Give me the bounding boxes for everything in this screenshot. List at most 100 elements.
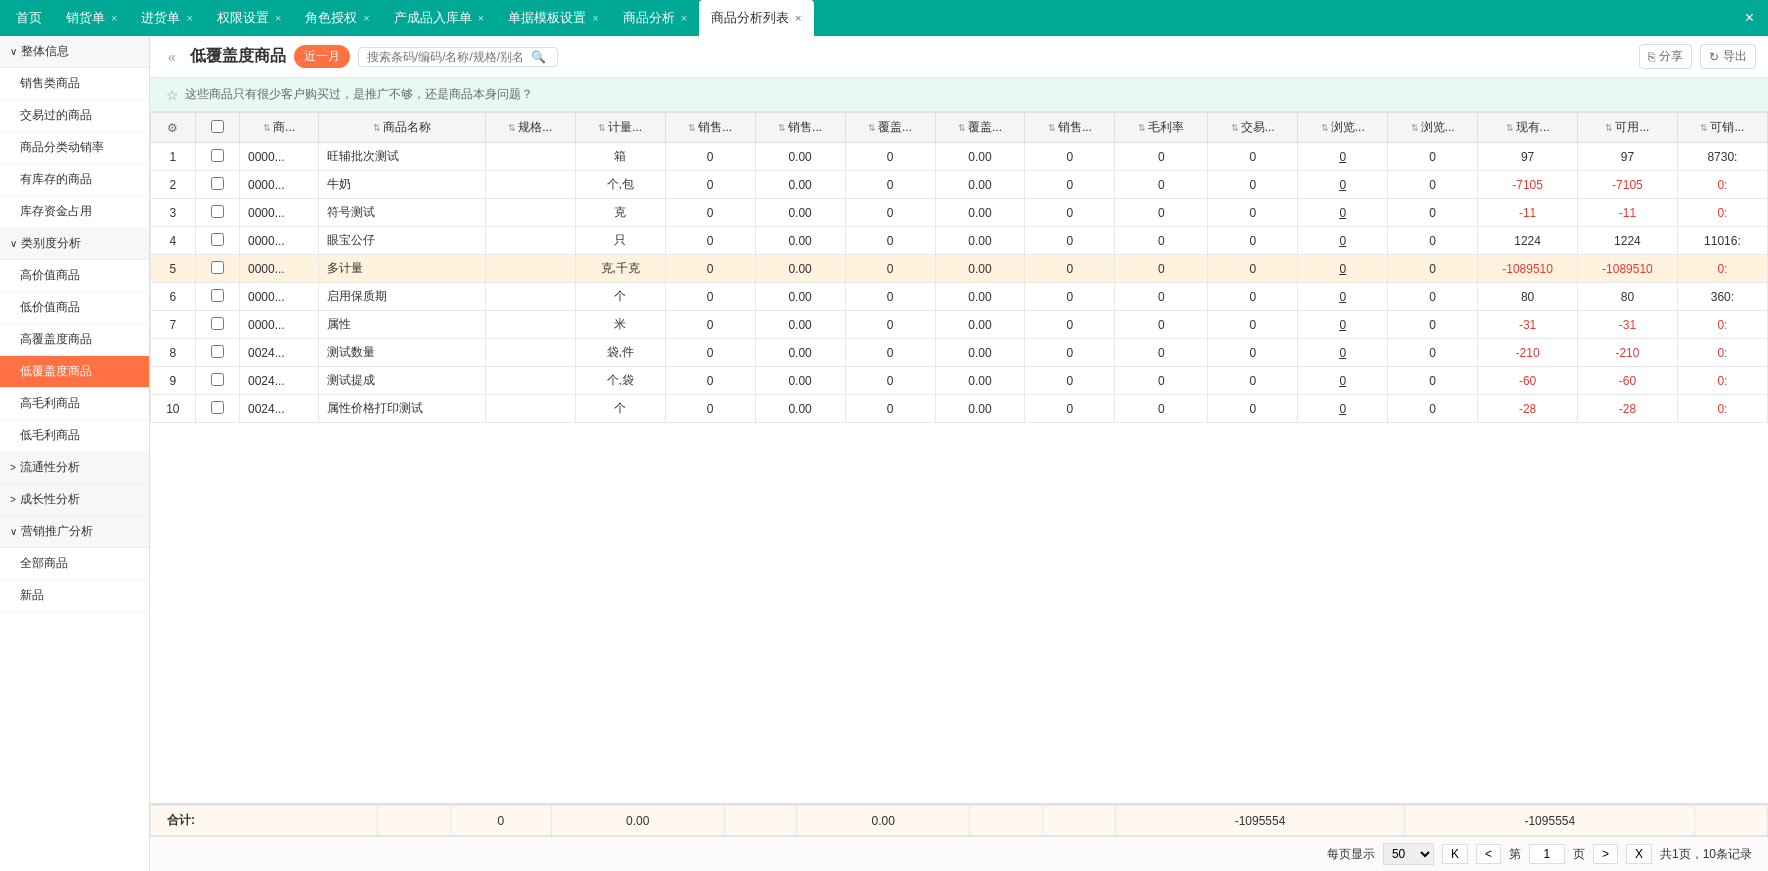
nav-close-icon[interactable]: ×: [478, 0, 484, 36]
cell-browse1[interactable]: 0: [1298, 311, 1388, 339]
row-checkbox[interactable]: [211, 149, 224, 162]
sidebar-item-低价值商品[interactable]: 低价值商品: [0, 292, 149, 324]
sidebar-section-成长性分析[interactable]: >成长性分析: [0, 484, 149, 516]
cell-browse1[interactable]: 0: [1298, 227, 1388, 255]
browse-link[interactable]: 0: [1339, 150, 1346, 164]
nav-item-销货单[interactable]: 销货单 ×: [54, 0, 129, 36]
cell-browse1[interactable]: 0: [1298, 339, 1388, 367]
cell-checkbox[interactable]: [195, 395, 239, 423]
browse-link[interactable]: 0: [1339, 318, 1346, 332]
row-checkbox[interactable]: [211, 261, 224, 274]
search-input[interactable]: [367, 50, 527, 64]
select-all-checkbox[interactable]: [211, 120, 224, 133]
sidebar-toggle-button[interactable]: «: [162, 47, 182, 67]
browse-link[interactable]: 0: [1339, 234, 1346, 248]
browse-link[interactable]: 0: [1339, 290, 1346, 304]
sidebar-item-交易过的商品[interactable]: 交易过的商品: [0, 100, 149, 132]
sidebar-item-低覆盖度商品[interactable]: 低覆盖度商品: [0, 356, 149, 388]
th-browse1[interactable]: ⇅浏览...: [1298, 113, 1388, 143]
row-checkbox[interactable]: [211, 289, 224, 302]
nav-close-icon[interactable]: ×: [111, 0, 117, 36]
row-checkbox[interactable]: [211, 401, 224, 414]
nav-close-icon[interactable]: ×: [795, 0, 801, 36]
browse-link[interactable]: 0: [1339, 402, 1346, 416]
nav-item-商品分析[interactable]: 商品分析 ×: [611, 0, 699, 36]
nav-close-icon[interactable]: ×: [681, 0, 687, 36]
nav-item-进货单[interactable]: 进货单 ×: [129, 0, 204, 36]
th-current[interactable]: ⇅现有...: [1478, 113, 1578, 143]
search-icon[interactable]: 🔍: [531, 50, 546, 64]
table-wrapper[interactable]: ⚙⇅商...⇅商品名称⇅规格...⇅计量...⇅销售...⇅销售...⇅覆盖..…: [150, 112, 1768, 803]
row-checkbox[interactable]: [211, 373, 224, 386]
browse-link[interactable]: 0: [1339, 374, 1346, 388]
th-usable[interactable]: ⇅可用...: [1578, 113, 1678, 143]
sidebar-section-营销推广分析[interactable]: ∨营销推广分析: [0, 516, 149, 548]
prev-page-button[interactable]: <: [1476, 844, 1501, 864]
cell-browse1[interactable]: 0: [1298, 143, 1388, 171]
browse-link[interactable]: 0: [1339, 206, 1346, 220]
sidebar-item-销售类商品[interactable]: 销售类商品: [0, 68, 149, 100]
cell-browse1[interactable]: 0: [1298, 283, 1388, 311]
sidebar-section-类别度分析[interactable]: ∨类别度分析: [0, 228, 149, 260]
sidebar-section-整体信息[interactable]: ∨整体信息: [0, 36, 149, 68]
sidebar-item-库存资金占用[interactable]: 库存资金占用: [0, 196, 149, 228]
nav-item-单据模板设置[interactable]: 单据模板设置 ×: [496, 0, 610, 36]
sidebar-item-高覆盖度商品[interactable]: 高覆盖度商品: [0, 324, 149, 356]
th-sales_amt[interactable]: ⇅销售...: [755, 113, 845, 143]
cell-browse1[interactable]: 0: [1298, 367, 1388, 395]
cell-checkbox[interactable]: [195, 283, 239, 311]
sidebar-item-新品[interactable]: 新品: [0, 580, 149, 612]
th-browse2[interactable]: ⇅浏览...: [1388, 113, 1478, 143]
cell-checkbox[interactable]: [195, 339, 239, 367]
date-filter-button[interactable]: 近一月: [294, 45, 350, 68]
th-saleable[interactable]: ⇅可销...: [1677, 113, 1767, 143]
nav-close-icon[interactable]: ×: [363, 0, 369, 36]
cell-checkbox[interactable]: [195, 171, 239, 199]
cell-checkbox[interactable]: [195, 227, 239, 255]
page-input[interactable]: [1529, 844, 1565, 864]
sidebar-item-商品分类动销率[interactable]: 商品分类动销率: [0, 132, 149, 164]
browse-link[interactable]: 0: [1339, 262, 1346, 276]
th-sales_qty[interactable]: ⇅销售...: [665, 113, 755, 143]
th-gross[interactable]: ⇅毛利率: [1115, 113, 1208, 143]
cell-browse1[interactable]: 0: [1298, 395, 1388, 423]
per-page-select[interactable]: 2050100200: [1383, 843, 1434, 865]
cell-checkbox[interactable]: [195, 255, 239, 283]
sidebar-item-低毛利商品[interactable]: 低毛利商品: [0, 420, 149, 452]
first-page-button[interactable]: K: [1442, 844, 1468, 864]
sidebar-item-高价值商品[interactable]: 高价值商品: [0, 260, 149, 292]
nav-item-首页[interactable]: 首页: [4, 0, 54, 36]
sidebar-section-流通性分析[interactable]: >流通性分析: [0, 452, 149, 484]
nav-item-产成品入库单[interactable]: 产成品入库单 ×: [382, 0, 496, 36]
th-unit[interactable]: ⇅计量...: [575, 113, 665, 143]
nav-item-商品分析列表[interactable]: 商品分析列表 ×: [699, 0, 813, 36]
nav-item-权限设置[interactable]: 权限设置 ×: [205, 0, 293, 36]
th-name[interactable]: ⇅商品名称: [319, 113, 486, 143]
sidebar-item-高毛利商品[interactable]: 高毛利商品: [0, 388, 149, 420]
row-checkbox[interactable]: [211, 317, 224, 330]
cell-checkbox[interactable]: [195, 311, 239, 339]
cell-checkbox[interactable]: [195, 367, 239, 395]
row-checkbox[interactable]: [211, 205, 224, 218]
cell-browse1[interactable]: 0: [1298, 199, 1388, 227]
cell-checkbox[interactable]: [195, 143, 239, 171]
nav-close-icon[interactable]: ×: [186, 0, 192, 36]
th-code[interactable]: ⇅商...: [239, 113, 318, 143]
row-checkbox[interactable]: [211, 177, 224, 190]
row-checkbox[interactable]: [211, 233, 224, 246]
nav-close-icon[interactable]: ×: [592, 0, 598, 36]
gear-icon[interactable]: ⚙: [167, 121, 178, 135]
export-button[interactable]: ↻ 导出: [1700, 44, 1756, 69]
cell-browse1[interactable]: 0: [1298, 255, 1388, 283]
cell-checkbox[interactable]: [195, 199, 239, 227]
th-sales3[interactable]: ⇅销售...: [1025, 113, 1115, 143]
browse-link[interactable]: 0: [1339, 346, 1346, 360]
sidebar-item-全部商品[interactable]: 全部商品: [0, 548, 149, 580]
th-cover2[interactable]: ⇅覆盖...: [935, 113, 1025, 143]
row-checkbox[interactable]: [211, 345, 224, 358]
th-spec[interactable]: ⇅规格...: [485, 113, 575, 143]
last-page-button[interactable]: X: [1626, 844, 1652, 864]
cell-browse1[interactable]: 0: [1298, 171, 1388, 199]
sidebar-item-有库存的商品[interactable]: 有库存的商品: [0, 164, 149, 196]
th-cover1[interactable]: ⇅覆盖...: [845, 113, 935, 143]
